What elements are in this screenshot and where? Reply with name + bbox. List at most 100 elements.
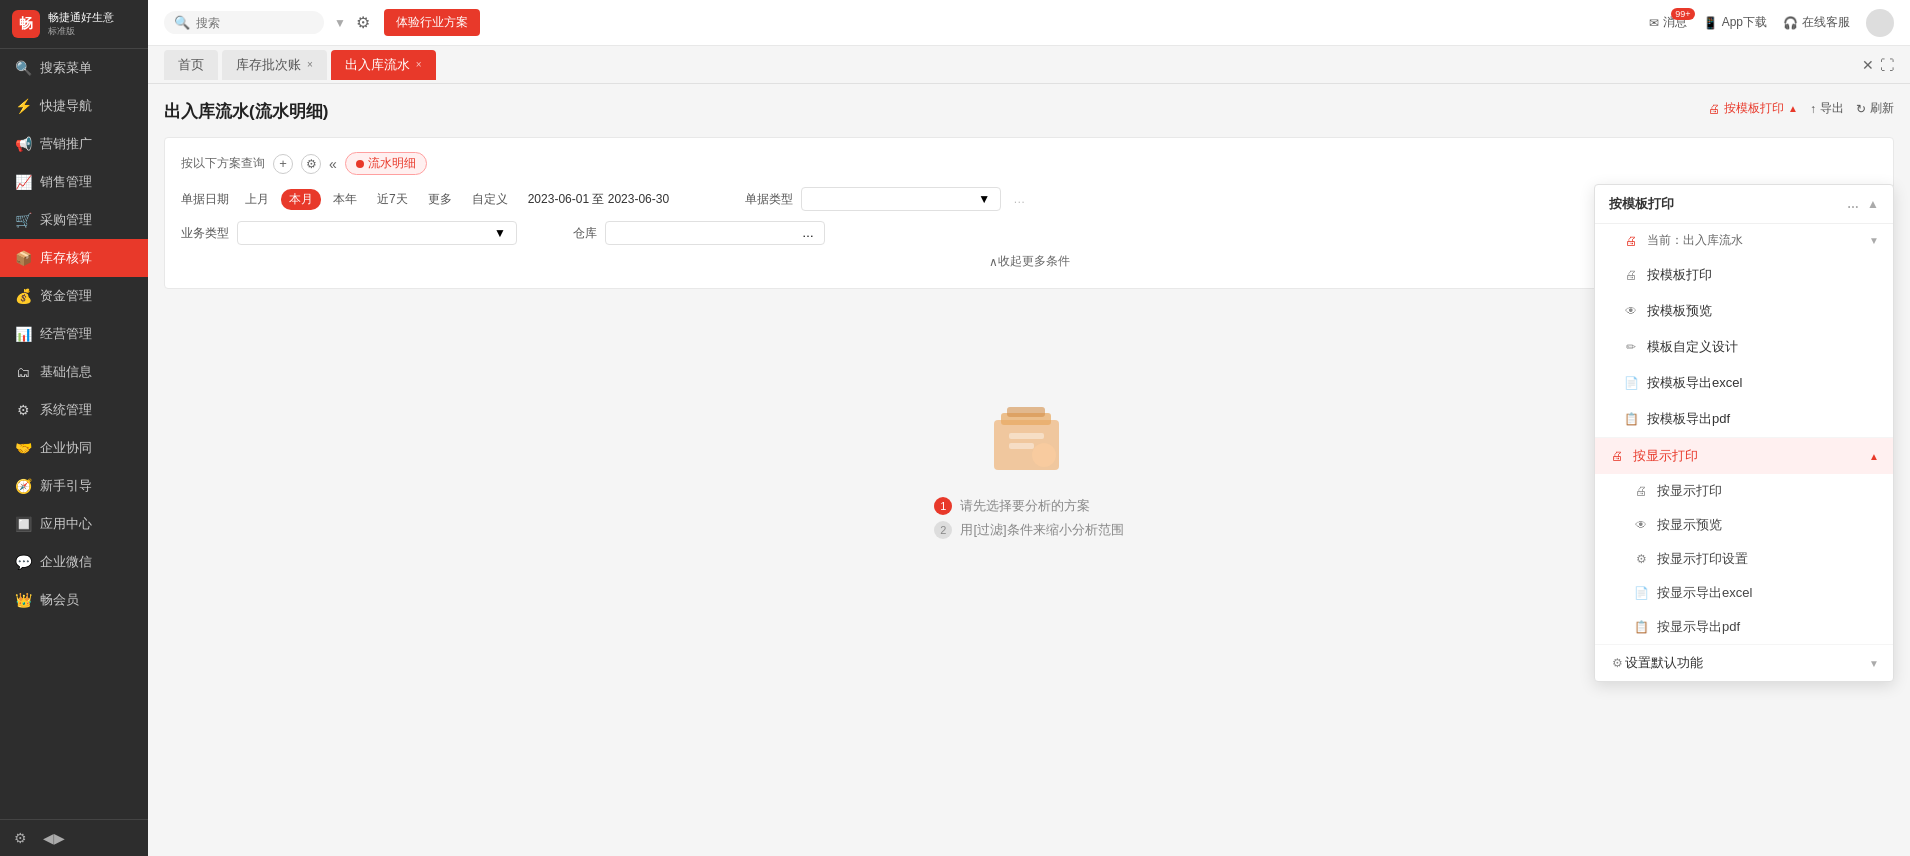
dropdown-display-settings-item[interactable]: ⚙ 按显示打印设置 [1595,542,1893,576]
current-printer-icon: 🖨 [1623,233,1639,249]
tab-batch-account[interactable]: 库存批次账 × [222,50,327,80]
online-service-button[interactable]: 🎧 在线客服 [1783,14,1850,31]
filter-settings-button[interactable]: ⚙ [301,154,321,174]
dropdown-template-design-item[interactable]: ✏ 模板自定义设计 [1595,329,1893,365]
search-input[interactable] [196,16,306,30]
display-print-header-icon: 🖨 [1609,448,1625,464]
empty-step-1: 1 请先选择要分析的方案 [934,497,1123,515]
refresh-button[interactable]: ↻ 刷新 [1856,100,1894,117]
dropdown-title: 按模板打印 [1609,195,1674,213]
sidebar-icon-guide: 🧭 [14,477,32,495]
sidebar-icon-wechat: 💬 [14,553,32,571]
filter-collapse-button[interactable]: « [329,156,337,172]
sidebar-item-sales[interactable]: 📈 销售管理 [0,163,148,201]
dropdown-footer[interactable]: ⚙ 设置默认功能 ▼ [1595,645,1893,681]
sidebar-label-finance: 资金管理 [40,287,92,305]
dropdown-more-icon[interactable]: … [1847,197,1859,211]
empty-icon [989,405,1069,485]
tab-inout-flow[interactable]: 出入库流水 × [331,50,436,80]
tab-inout-flow-close[interactable]: × [416,59,422,70]
date-option-last-month[interactable]: 上月 [237,189,277,210]
sidebar-label-enterprise: 企业协同 [40,439,92,457]
export-button[interactable]: ↑ 导出 [1810,100,1844,117]
svg-rect-3 [1009,433,1044,439]
sidebar-item-marketing[interactable]: 📢 营销推广 [0,125,148,163]
sidebar-item-quick-nav[interactable]: ⚡ 快捷导航 [0,87,148,125]
app-download-button[interactable]: 📱 App下载 [1703,14,1767,31]
sidebar-icon-sales: 📈 [14,173,32,191]
sidebar-item-basic[interactable]: 🗂 基础信息 [0,353,148,391]
message-button[interactable]: ✉ 消息 99+ [1649,14,1687,31]
filter-date-label: 单据日期 [181,191,229,208]
template-print-icon: 🖨 [1623,267,1639,283]
dropdown-display-print-item[interactable]: 🖨 按显示打印 [1595,474,1893,508]
tab-batch-account-close[interactable]: × [307,59,313,70]
step-1-label: 请先选择要分析的方案 [960,497,1090,515]
sidebar-item-search[interactable]: 🔍 搜索菜单 [0,49,148,87]
warehouse-more-icon[interactable]: … [802,226,814,240]
sidebar-item-operations[interactable]: 📊 经营管理 [0,315,148,353]
user-avatar[interactable] [1866,9,1894,37]
sidebar-icon-marketing: 📢 [14,135,32,153]
date-option-this-year[interactable]: 本年 [325,189,365,210]
footer-settings-icon: ⚙ [1609,655,1625,671]
filter-doctype-item: 单据类型 ▼ … [745,187,1025,211]
dropdown-template-pdf-item[interactable]: 📋 按模板导出pdf [1595,401,1893,437]
close-window-icon[interactable]: ✕ [1862,57,1874,73]
print-template-button[interactable]: 🖨 按模板打印 ▲ [1708,100,1798,117]
date-range-display: 2023-06-01 至 2023-06-30 [528,191,669,208]
dropdown-template-preview-item[interactable]: 👁 按模板预览 [1595,293,1893,329]
sidebar-item-member[interactable]: 👑 畅会员 [0,581,148,619]
filter-biztype-item: 业务类型 ▼ [181,221,517,245]
filter-doctype-select[interactable]: ▼ [801,187,1001,211]
dropdown-current-item[interactable]: 🖨 当前：出入库流水 ▼ [1595,224,1893,257]
sidebar-settings-icon[interactable]: ⚙ [14,830,27,846]
dropdown-display-preview-item[interactable]: 👁 按显示预览 [1595,508,1893,542]
dropdown-template-print-item[interactable]: 🖨 按模板打印 [1595,257,1893,293]
sidebar-item-purchase[interactable]: 🛒 采购管理 [0,201,148,239]
sidebar-label-app-center: 应用中心 [40,515,92,533]
filter-biztype-select[interactable]: ▼ [237,221,517,245]
filter-active-tag[interactable]: 流水明细 [345,152,427,175]
sidebar-collapse-icon[interactable]: ◀▶ [43,830,65,846]
print-dropdown-arrow[interactable]: ▲ [1788,103,1798,114]
date-option-more[interactable]: 更多 [420,189,460,210]
topbar-search-box[interactable]: 🔍 [164,11,324,34]
sidebar-item-enterprise[interactable]: 🤝 企业协同 [0,429,148,467]
dropdown-display-excel-item[interactable]: 📄 按显示导出excel [1595,576,1893,610]
sidebar-item-inventory[interactable]: 📦 库存核算 [0,239,148,277]
footer-chevron: ▼ [1869,658,1879,669]
fullscreen-icon[interactable]: ⛶ [1880,57,1894,73]
sidebar-item-guide[interactable]: 🧭 新手引导 [0,467,148,505]
online-service-label: 在线客服 [1802,14,1850,31]
display-excel-icon: 📄 [1633,585,1649,601]
dropdown-display-print-header[interactable]: 🖨 按显示打印 ▲ [1595,438,1893,474]
tab-home[interactable]: 首页 [164,50,218,80]
tab-home-label: 首页 [178,56,204,74]
sidebar-item-finance[interactable]: 💰 资金管理 [0,277,148,315]
doctype-more-icon[interactable]: … [1013,192,1025,206]
topbar-right: ✉ 消息 99+ 📱 App下载 🎧 在线客服 [1649,9,1894,37]
sidebar-item-app-center[interactable]: 🔲 应用中心 [0,505,148,543]
date-option-7days[interactable]: 近7天 [369,189,416,210]
dropdown-template-excel-item[interactable]: 📄 按模板导出excel [1595,365,1893,401]
filter-add-button[interactable]: + [273,154,293,174]
display-pdf-icon: 📋 [1633,619,1649,635]
dropdown-chevron-up[interactable]: ▲ [1867,197,1879,211]
date-option-custom[interactable]: 自定义 [464,189,516,210]
filter-warehouse-select[interactable]: … [605,221,825,245]
app-logo: 畅 畅捷通好生意 标准版 [0,0,148,49]
settings-gear-icon[interactable]: ⚙ [356,13,370,32]
dropdown-display-pdf-item[interactable]: 📋 按显示导出pdf [1595,610,1893,644]
sidebar-icon-enterprise: 🤝 [14,439,32,457]
tab-inout-flow-label: 出入库流水 [345,56,410,74]
sidebar-item-wechat[interactable]: 💬 企业微信 [0,543,148,581]
sidebar-item-system[interactable]: ⚙ 系统管理 [0,391,148,429]
industry-solution-button[interactable]: 体验行业方案 [384,9,480,36]
dropdown-icon[interactable]: ▼ [334,16,346,30]
sidebar-label-quick-nav: 快捷导航 [40,97,92,115]
display-print-header-label: 按显示打印 [1633,447,1698,465]
date-option-this-month[interactable]: 本月 [281,189,321,210]
message-icon: ✉ [1649,16,1659,30]
sidebar-label-marketing: 营销推广 [40,135,92,153]
